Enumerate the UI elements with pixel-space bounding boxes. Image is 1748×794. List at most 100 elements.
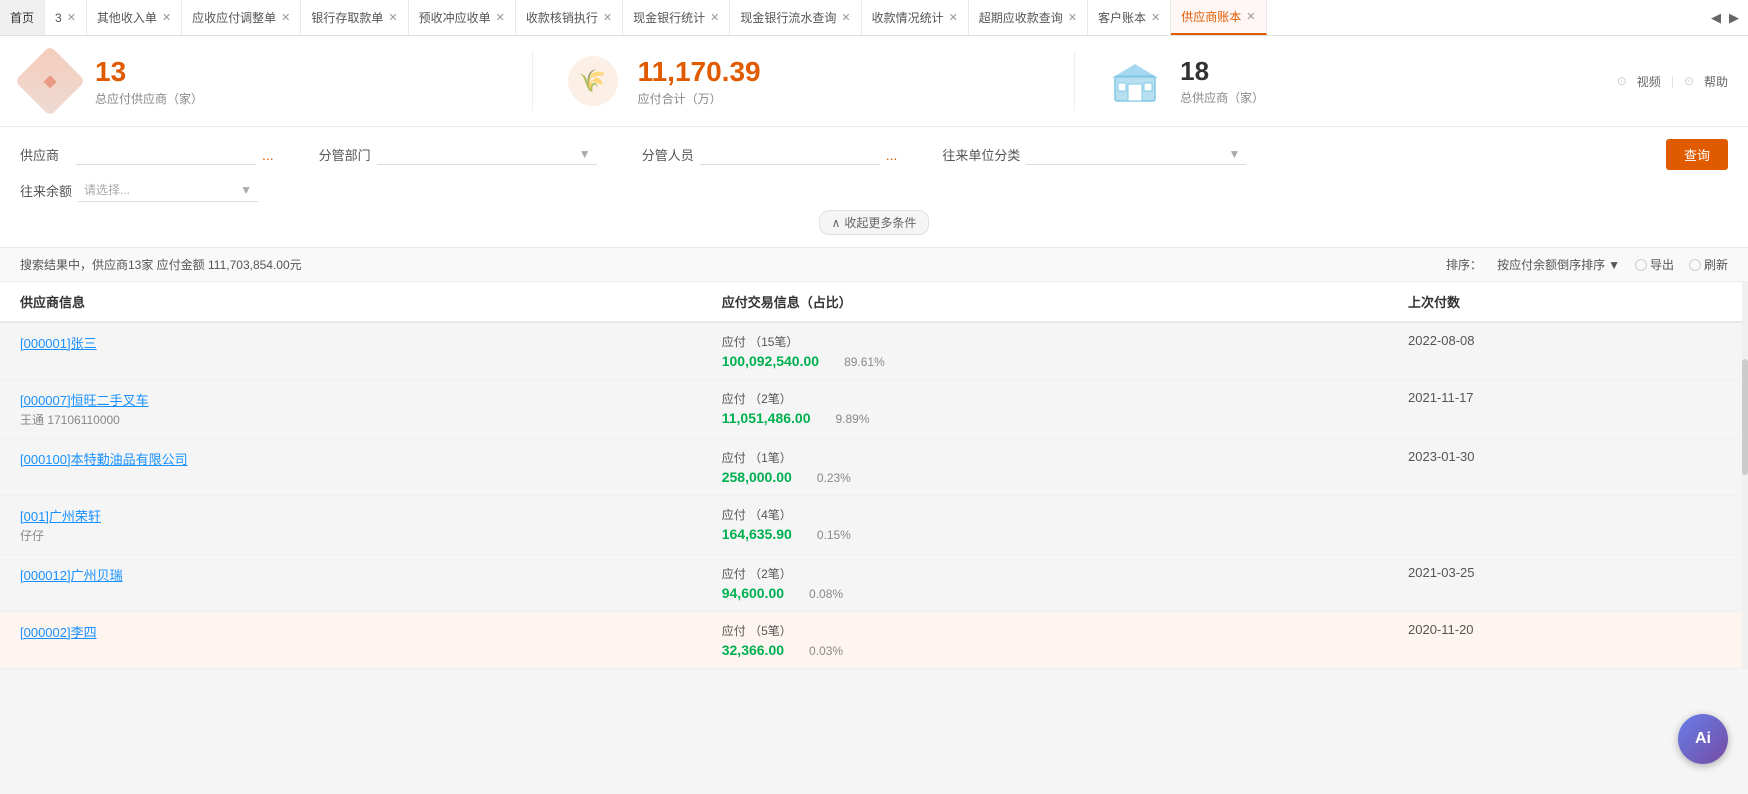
- close-icon[interactable]: ✕: [1151, 11, 1160, 24]
- supplier-info-cell: [000007]恒旺二手叉车王通 17106110000: [0, 380, 702, 439]
- nav-left-arrow[interactable]: ◀: [1707, 8, 1725, 28]
- last-payment-cell: 2023-01-30: [1388, 439, 1748, 496]
- table-header: 供应商信息 应付交易信息（占比） 上次付数: [0, 282, 1748, 322]
- sort-option-text: 按应付余额倒序排序: [1497, 256, 1605, 273]
- export-button[interactable]: 导出: [1635, 256, 1674, 273]
- nav-label: 预收冲应收单: [419, 9, 491, 26]
- payable-amount-link[interactable]: 164,635.90: [722, 526, 792, 542]
- query-button[interactable]: 查询: [1666, 139, 1728, 170]
- refresh-radio-icon: [1689, 259, 1701, 271]
- supplier-link[interactable]: [000001]张三: [20, 336, 97, 351]
- supplier-ellipsis-btn[interactable]: ...: [262, 147, 274, 163]
- dept-dropdown-arrow: ▼: [579, 147, 591, 161]
- nav-label: 银行存取款单: [311, 9, 383, 26]
- sort-select[interactable]: 按应付余额倒序排序 ▼: [1497, 256, 1620, 273]
- nav-item-supplier-ledger[interactable]: 供应商账本 ✕: [1171, 0, 1266, 35]
- close-icon[interactable]: ✕: [1246, 10, 1255, 23]
- supplier-link[interactable]: [001]广州荣轩: [20, 509, 101, 524]
- help-link[interactable]: 帮助: [1704, 73, 1728, 90]
- close-icon[interactable]: ✕: [949, 11, 958, 24]
- person-filter-label: 分管人员: [642, 145, 694, 164]
- summary-card1-info: 13 总应付供应商（家）: [95, 55, 203, 108]
- payable-count-label: 应付 （15笔）: [722, 333, 1368, 350]
- payable-count-label: 应付 （1笔）: [722, 449, 1368, 466]
- nav-item-cash-stat[interactable]: 现金银行统计 ✕: [623, 0, 730, 35]
- payable-amount-link[interactable]: 258,000.00: [722, 469, 792, 485]
- payable-amount-link[interactable]: 32,366.00: [722, 642, 784, 658]
- payable-info-cell: 应付 （2笔）11,051,486.009.89%: [702, 380, 1388, 439]
- nav-item-3[interactable]: 3 ✕: [45, 0, 87, 35]
- nav-item-cash-flow[interactable]: 现金银行流水查询 ✕: [730, 0, 861, 35]
- col-last-payment: 上次付数: [1388, 282, 1748, 322]
- close-icon[interactable]: ✕: [67, 11, 76, 24]
- person-filter-input[interactable]: [700, 144, 880, 165]
- refresh-button[interactable]: 刷新: [1689, 256, 1728, 273]
- nav-label: 客户账本: [1098, 9, 1146, 26]
- nav-label: 收款情况统计: [872, 9, 944, 26]
- nav-item-bank-deposit[interactable]: 银行存取款单 ✕: [301, 0, 408, 35]
- divider: |: [1671, 74, 1674, 88]
- table-row: [001]广州荣轩仔仔应付 （4笔）164,635.900.15%: [0, 496, 1748, 555]
- person-ellipsis-btn[interactable]: ...: [886, 147, 898, 163]
- payable-total-amount: 11,170.39: [638, 55, 761, 89]
- supplier-link[interactable]: [000100]本特勤油品有限公司: [20, 452, 188, 467]
- supplier-sub-info: 仔仔: [20, 527, 682, 544]
- right-scrollbar[interactable]: [1742, 282, 1748, 669]
- payable-amount-link[interactable]: 94,600.00: [722, 585, 784, 601]
- supplier-link[interactable]: [000002]李四: [20, 625, 97, 640]
- dept-filter-label: 分管部门: [319, 145, 371, 164]
- col-payable-info: 应付交易信息（占比）: [702, 282, 1388, 322]
- summary-card3-info: 18 总供应商（家）: [1180, 56, 1264, 106]
- close-icon[interactable]: ✕: [496, 11, 505, 24]
- balance-filter-select[interactable]: 请选择... ▼: [78, 178, 258, 202]
- balance-dropdown-arrow: ▼: [240, 183, 252, 197]
- filter-person: 分管人员 ...: [642, 144, 898, 165]
- export-radio-icon: [1635, 259, 1647, 271]
- close-icon[interactable]: ✕: [281, 11, 290, 24]
- nav-item-other-income[interactable]: 其他收入单 ✕: [87, 0, 182, 35]
- category-filter-select[interactable]: ▼: [1026, 144, 1246, 165]
- close-icon[interactable]: ✕: [841, 11, 850, 24]
- nav-item-prepaid[interactable]: 预收冲应收单 ✕: [409, 0, 516, 35]
- close-icon[interactable]: ✕: [1068, 11, 1077, 24]
- filter-supplier: 供应商 ...: [20, 144, 274, 165]
- nav-item-overdue-ar[interactable]: 超期应收款查询 ✕: [969, 0, 1088, 35]
- nav-item-customer-ledger[interactable]: 客户账本 ✕: [1088, 0, 1171, 35]
- supplier-info-cell: [000002]李四: [0, 612, 702, 669]
- last-payment-cell: 2021-03-25: [1388, 555, 1748, 612]
- payable-amount-link[interactable]: 100,092,540.00: [722, 353, 819, 369]
- payable-percent: 0.03%: [809, 644, 843, 658]
- ai-label: Ai: [1695, 730, 1711, 748]
- collapse-label: 收起更多条件: [844, 214, 916, 231]
- top-navigation: 首页 3 ✕ 其他收入单 ✕ 应收应付调整单 ✕ 银行存取款单 ✕ 预收冲应收单…: [0, 0, 1748, 36]
- nav-item-collection-stat[interactable]: 收款情况统计 ✕: [862, 0, 969, 35]
- supplier-link[interactable]: [000007]恒旺二手叉车: [20, 393, 149, 408]
- refresh-label: 刷新: [1704, 256, 1728, 273]
- close-icon[interactable]: ✕: [603, 11, 612, 24]
- collapse-button[interactable]: ∧ 收起更多条件: [819, 210, 930, 235]
- sort-dropdown-arrow: ▼: [1608, 258, 1620, 272]
- filter-dept: 分管部门 ▼: [319, 144, 597, 165]
- nav-right-arrow[interactable]: ▶: [1725, 8, 1743, 28]
- payable-supplier-label: 总应付供应商（家）: [95, 90, 203, 107]
- payable-info-cell: 应付 （2笔）94,600.000.08%: [702, 555, 1388, 612]
- payable-percent: 0.23%: [817, 471, 851, 485]
- supplier-filter-input[interactable]: [76, 144, 256, 165]
- close-icon[interactable]: ✕: [710, 11, 719, 24]
- circle-icon: ⊙: [1617, 74, 1627, 88]
- table-row: [000002]李四应付 （5笔）32,366.000.03%2020-11-2…: [0, 612, 1748, 669]
- dept-filter-select[interactable]: ▼: [377, 144, 597, 165]
- close-icon[interactable]: ✕: [162, 11, 171, 24]
- video-link[interactable]: 视频: [1637, 73, 1661, 90]
- summary-card-total-suppliers: 18 总供应商（家）: [1105, 51, 1617, 111]
- last-payment-cell: [1388, 496, 1748, 555]
- filter-row-1: 供应商 ... 分管部门 ▼ 分管人员 ... 往来单位分类 ▼: [20, 139, 1728, 170]
- ai-button[interactable]: Ai: [1678, 714, 1728, 764]
- payable-amount-link[interactable]: 11,051,486.00: [722, 410, 811, 426]
- nav-item-ar-ap-adjust[interactable]: 应收应付调整单 ✕: [182, 0, 301, 35]
- nav-item-collection-exec[interactable]: 收款核销执行 ✕: [516, 0, 623, 35]
- supplier-link[interactable]: [000012]广州贝瑞: [20, 568, 123, 583]
- nav-label: 收款核销执行: [526, 9, 598, 26]
- nav-item-home[interactable]: 首页: [0, 0, 45, 35]
- close-icon[interactable]: ✕: [388, 11, 397, 24]
